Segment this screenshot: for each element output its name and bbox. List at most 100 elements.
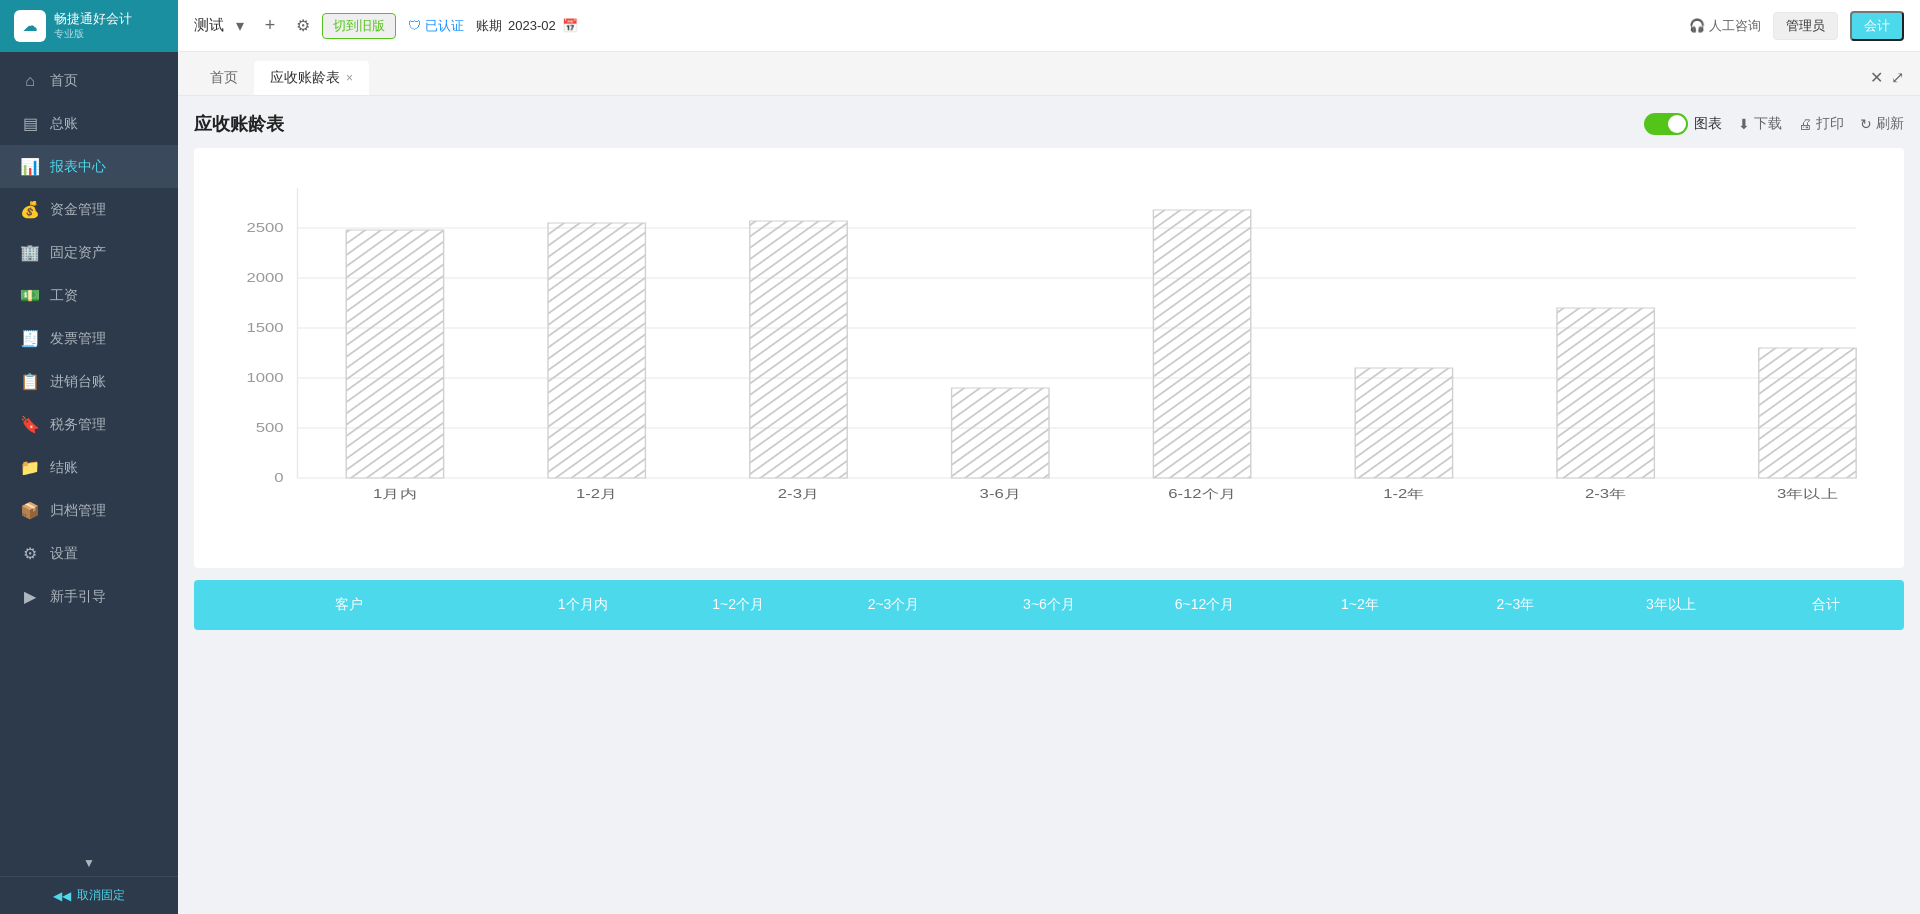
table-header-cell: 1~2年 [1282, 580, 1437, 630]
company-name: 测试 [194, 16, 224, 35]
nav-label-invoice: 发票管理 [50, 330, 106, 348]
download-button[interactable]: ⬇ 下载 [1738, 115, 1782, 133]
bar-chart: 0 500 1000 1500 2000 2500 1月内 [214, 168, 1884, 538]
sidebar-item-reports[interactable]: 📊 报表中心 [0, 145, 178, 188]
calendar-icon[interactable]: 📅 [562, 18, 578, 33]
sidebar-item-settings[interactable]: ⚙ 设置 [0, 532, 178, 575]
close-window-icon[interactable]: ✕ [1870, 68, 1883, 87]
page-actions: 图表 ⬇ 下载 🖨 打印 ↻ 刷新 [1644, 113, 1904, 135]
period-value: 2023-02 [508, 18, 556, 33]
nav-label-settings: 设置 [50, 545, 78, 563]
page-title: 应收账龄表 [194, 112, 284, 136]
svg-text:1-2年: 1-2年 [1383, 487, 1424, 500]
bar-2-3-month [750, 221, 847, 478]
sidebar-item-sales[interactable]: 📋 进销台账 [0, 360, 178, 403]
nav-icon-ledger: ▤ [20, 114, 40, 133]
sidebar-item-ledger[interactable]: ▤ 总账 [0, 102, 178, 145]
bar-3-6-month [952, 388, 1049, 478]
add-button[interactable]: + [256, 12, 284, 40]
period-label: 账期 [476, 17, 502, 35]
tab-aging-label: 应收账龄表 [270, 69, 340, 87]
tabs-bar: 首页 应收账龄表 × ✕ ⤢ [178, 52, 1920, 96]
company-dropdown[interactable]: ▾ [236, 16, 244, 35]
svg-text:6-12个月: 6-12个月 [1168, 487, 1236, 500]
user-button[interactable]: 管理员 [1773, 12, 1838, 40]
old-version-button[interactable]: 切到旧版 [322, 13, 396, 39]
table-header-cell: 6~12个月 [1127, 580, 1282, 630]
consult-button[interactable]: 🎧 人工咨询 [1689, 17, 1761, 35]
sidebar-item-assets[interactable]: 🏢 固定资产 [0, 231, 178, 274]
sidebar-item-tax[interactable]: 🔖 税务管理 [0, 403, 178, 446]
topbar: 测试 ▾ + ⚙ 切到旧版 🛡 已认证 账期 2023-02 📅 🎧 人工咨询 … [178, 0, 1920, 52]
refresh-button[interactable]: ↻ 刷新 [1860, 115, 1904, 133]
svg-text:0: 0 [274, 471, 283, 484]
table-header-cell: 3~6个月 [971, 580, 1126, 630]
nav-label-tax: 税务管理 [50, 416, 106, 434]
sidebar-item-salary[interactable]: 💵 工资 [0, 274, 178, 317]
bar-1-2-year [1355, 368, 1452, 478]
sidebar-logo: ☁ 畅捷通好会计 专业版 [0, 0, 178, 52]
main-area: 测试 ▾ + ⚙ 切到旧版 🛡 已认证 账期 2023-02 📅 🎧 人工咨询 … [178, 0, 1920, 914]
role-button[interactable]: 会计 [1850, 11, 1904, 41]
bar-2-3-year [1557, 308, 1654, 478]
sidebar-nav: ⌂ 首页 ▤ 总账 📊 报表中心 💰 资金管理 🏢 固定资产 💵 工资 🧾 发票… [0, 52, 178, 850]
nav-label-guide: 新手引导 [50, 588, 106, 606]
nav-label-archive: 归档管理 [50, 502, 106, 520]
bar-3plus-year [1759, 348, 1856, 478]
nav-label-ledger: 总账 [50, 115, 78, 133]
svg-text:3-6月: 3-6月 [980, 487, 1021, 500]
sidebar-item-archive[interactable]: 📦 归档管理 [0, 489, 178, 532]
chart-section: 0 500 1000 1500 2000 2500 1月内 [194, 148, 1904, 568]
svg-text:1月内: 1月内 [373, 487, 417, 500]
cancel-fixed-button[interactable]: ◀◀ 取消固定 [0, 876, 178, 914]
nav-label-assets: 固定资产 [50, 244, 106, 262]
chart-toggle-container: 图表 [1644, 113, 1722, 135]
svg-text:3年以上: 3年以上 [1777, 487, 1838, 500]
sidebar: ☁ 畅捷通好会计 专业版 ⌂ 首页 ▤ 总账 📊 报表中心 💰 资金管理 🏢 固… [0, 0, 178, 914]
content-area: 应收账龄表 图表 ⬇ 下载 🖨 打印 ↻ 刷新 [178, 96, 1920, 914]
table-header-cell: 1个月内 [505, 580, 660, 630]
tab-home-label: 首页 [210, 69, 238, 87]
nav-label-funds: 资金管理 [50, 201, 106, 219]
svg-text:1500: 1500 [246, 321, 283, 334]
nav-icon-assets: 🏢 [20, 243, 40, 262]
nav-label-home: 首页 [50, 72, 78, 90]
nav-icon-sales: 📋 [20, 372, 40, 391]
sidebar-item-guide[interactable]: ▶ 新手引导 [0, 575, 178, 618]
scroll-indicator: ▼ [0, 850, 178, 876]
svg-text:2-3年: 2-3年 [1585, 487, 1626, 500]
sidebar-item-funds[interactable]: 💰 资金管理 [0, 188, 178, 231]
download-icon: ⬇ [1738, 116, 1750, 132]
refresh-icon: ↻ [1860, 116, 1872, 132]
svg-text:1-2月: 1-2月 [576, 487, 617, 500]
svg-text:2000: 2000 [246, 271, 283, 284]
print-button[interactable]: 🖨 打印 [1798, 115, 1844, 133]
svg-text:2500: 2500 [246, 221, 283, 234]
nav-icon-guide: ▶ [20, 587, 40, 606]
sidebar-item-closing[interactable]: 📁 结账 [0, 446, 178, 489]
page-header: 应收账龄表 图表 ⬇ 下载 🖨 打印 ↻ 刷新 [194, 112, 1904, 136]
expand-icon[interactable]: ⤢ [1891, 68, 1904, 87]
nav-label-reports: 报表中心 [50, 158, 106, 176]
logo-icon: ☁ [14, 10, 46, 42]
tab-home[interactable]: 首页 [194, 61, 254, 95]
nav-icon-salary: 💵 [20, 286, 40, 305]
table-header-cell: 2~3年 [1438, 580, 1593, 630]
sidebar-item-invoice[interactable]: 🧾 发票管理 [0, 317, 178, 360]
certified-badge: 🛡 已认证 [408, 17, 464, 35]
sidebar-item-home[interactable]: ⌂ 首页 [0, 60, 178, 102]
tab-aging[interactable]: 应收账龄表 × [254, 61, 369, 95]
tab-close-icon[interactable]: × [346, 71, 353, 85]
table-header-cell: 3年以上 [1593, 580, 1748, 630]
settings-icon[interactable]: ⚙ [296, 16, 310, 35]
bar-6-12-month [1153, 210, 1250, 478]
chart-toggle[interactable] [1644, 113, 1688, 135]
table-header-cell: 2~3个月 [816, 580, 971, 630]
nav-icon-settings: ⚙ [20, 544, 40, 563]
nav-icon-reports: 📊 [20, 157, 40, 176]
bar-1-month [346, 230, 443, 478]
tabs-right-actions: ✕ ⤢ [1870, 68, 1904, 87]
certified-icon: 🛡 [408, 18, 421, 33]
print-icon: 🖨 [1798, 116, 1812, 132]
table-section: 客户1个月内1~2个月2~3个月3~6个月6~12个月1~2年2~3年3年以上合… [194, 580, 1904, 630]
